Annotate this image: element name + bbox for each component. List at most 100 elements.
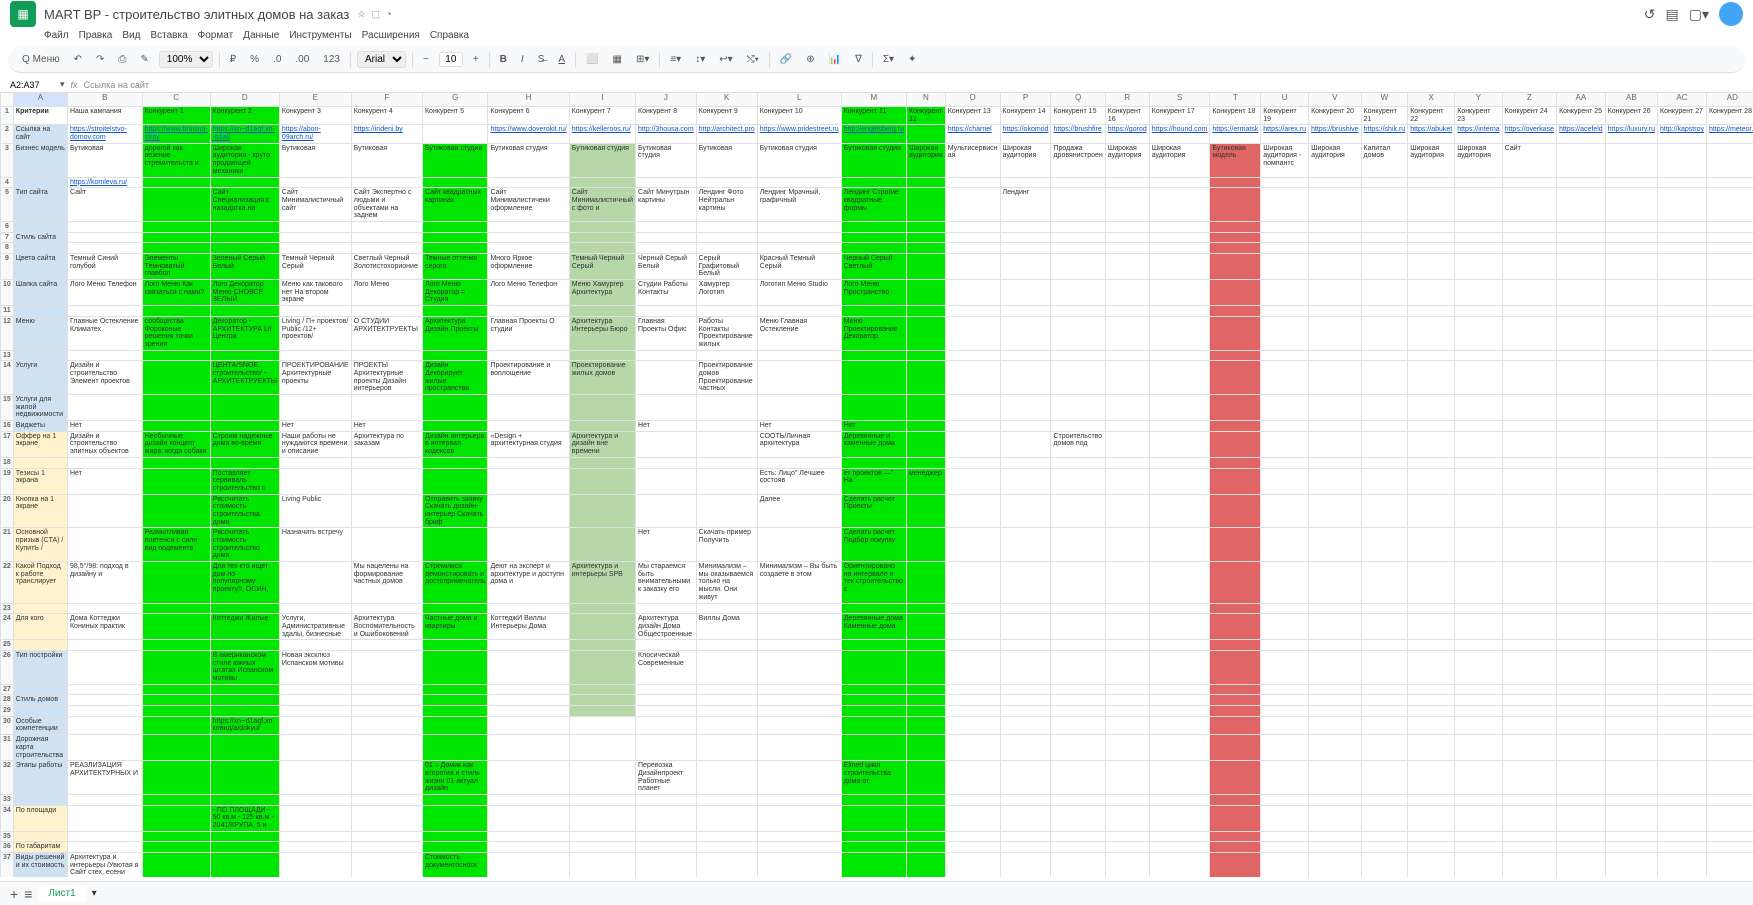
cell[interactable]: Бутиковая студия — [757, 143, 841, 177]
cell[interactable] — [1658, 143, 1707, 177]
cell[interactable] — [907, 350, 946, 361]
cell[interactable]: Деревянные и каменные дома — [841, 431, 906, 457]
cell[interactable]: Черный Серый Белый — [636, 254, 697, 280]
header-cell[interactable]: Конкурент 5 — [422, 107, 487, 125]
cell[interactable] — [1408, 640, 1455, 651]
cell[interactable]: http://architect.pro — [696, 125, 757, 143]
cell[interactable] — [907, 306, 946, 317]
cell[interactable] — [1051, 842, 1105, 853]
cell[interactable] — [569, 716, 635, 734]
cell[interactable] — [1309, 350, 1361, 361]
undo-icon[interactable]: ↶ — [70, 52, 86, 67]
name-box[interactable] — [10, 80, 60, 90]
cell[interactable] — [569, 735, 635, 761]
cell[interactable] — [1408, 614, 1455, 640]
cell[interactable] — [1309, 177, 1361, 188]
cell[interactable] — [945, 684, 1000, 695]
cell[interactable] — [757, 221, 841, 232]
cell[interactable] — [351, 640, 422, 651]
cell[interactable] — [1261, 177, 1309, 188]
cell[interactable] — [1408, 280, 1455, 306]
cell[interactable] — [1706, 143, 1753, 177]
cell[interactable] — [279, 706, 351, 717]
cell[interactable] — [351, 468, 422, 494]
col-header[interactable]: AC — [1658, 93, 1707, 107]
move-icon[interactable]: ⬚ — [371, 9, 380, 20]
header-cell[interactable]: Конкурент 20 — [1309, 107, 1361, 125]
cell[interactable] — [945, 735, 1000, 761]
cell[interactable] — [907, 853, 946, 877]
cell[interactable] — [945, 805, 1000, 831]
cell[interactable] — [636, 842, 697, 853]
cell[interactable] — [569, 457, 635, 468]
cell[interactable] — [1408, 761, 1455, 795]
cell[interactable] — [569, 494, 635, 528]
cell[interactable] — [1105, 603, 1149, 614]
cell[interactable] — [1658, 842, 1707, 853]
cell[interactable] — [696, 494, 757, 528]
cell[interactable] — [1309, 695, 1361, 706]
cell[interactable] — [1408, 650, 1455, 684]
cloud-icon[interactable]: ◔ — [386, 9, 391, 20]
cell[interactable] — [841, 232, 906, 243]
cell[interactable] — [488, 494, 569, 528]
col-header[interactable]: K — [696, 93, 757, 107]
cell[interactable] — [1455, 706, 1502, 717]
header-cell[interactable]: Конкурент 17 — [1149, 107, 1210, 125]
cell[interactable]: Лого Меню Телефон — [67, 280, 142, 306]
cell[interactable] — [1706, 842, 1753, 853]
cell[interactable]: Строим надежные дома во-время — [210, 431, 279, 457]
cell[interactable] — [636, 684, 697, 695]
cell[interactable] — [422, 842, 487, 853]
cell[interactable] — [907, 395, 946, 421]
cell[interactable] — [945, 188, 1000, 222]
cell[interactable] — [1149, 650, 1210, 684]
cell[interactable]: Сайт — [67, 188, 142, 222]
cell[interactable] — [569, 468, 635, 494]
cell[interactable]: Широкая аудитория — [1408, 143, 1455, 177]
cell[interactable] — [351, 528, 422, 562]
cell[interactable] — [210, 457, 279, 468]
cell[interactable] — [1502, 706, 1556, 717]
cell[interactable]: Лендинг Строгие квадратные формы — [841, 188, 906, 222]
cell[interactable] — [1149, 177, 1210, 188]
cell[interactable] — [13, 640, 67, 651]
cell[interactable] — [1706, 695, 1753, 706]
cell[interactable] — [841, 221, 906, 232]
cell[interactable] — [279, 232, 351, 243]
menu-Справка[interactable]: Справка — [430, 30, 469, 41]
header-cell[interactable]: Конкурент 1 — [142, 107, 210, 125]
cell[interactable] — [1557, 468, 1606, 494]
cell[interactable] — [1706, 853, 1753, 877]
sigma-icon[interactable]: Σ▾ — [879, 52, 898, 67]
col-header[interactable]: H — [488, 93, 569, 107]
cell[interactable] — [1605, 306, 1657, 317]
cell[interactable] — [1105, 431, 1149, 457]
cell[interactable] — [1149, 316, 1210, 350]
cell[interactable] — [1210, 853, 1261, 877]
cell[interactable] — [1309, 361, 1361, 395]
cell[interactable] — [1261, 805, 1309, 831]
cell[interactable] — [279, 395, 351, 421]
cell[interactable] — [1557, 188, 1606, 222]
cell[interactable] — [1261, 316, 1309, 350]
cell[interactable]: Проектирование жилых домов — [569, 361, 635, 395]
header-cell[interactable]: Конкурент 27 — [1658, 107, 1707, 125]
cell[interactable] — [1210, 316, 1261, 350]
cell[interactable] — [1455, 614, 1502, 640]
cell[interactable] — [1361, 421, 1408, 432]
cell[interactable] — [945, 842, 1000, 853]
cell[interactable] — [1455, 494, 1502, 528]
cell[interactable] — [1051, 853, 1105, 877]
cell[interactable] — [1658, 306, 1707, 317]
cell[interactable] — [1557, 280, 1606, 306]
cell[interactable] — [1605, 421, 1657, 432]
cell[interactable]: Меню Хамургер Архитектура — [569, 280, 635, 306]
cell[interactable] — [422, 177, 487, 188]
cell[interactable] — [696, 716, 757, 734]
format-icon[interactable]: 123 — [319, 52, 344, 67]
menu-button[interactable]: Q Меню — [18, 52, 64, 67]
cell[interactable] — [279, 221, 351, 232]
cell[interactable] — [1361, 684, 1408, 695]
cell[interactable] — [422, 716, 487, 734]
